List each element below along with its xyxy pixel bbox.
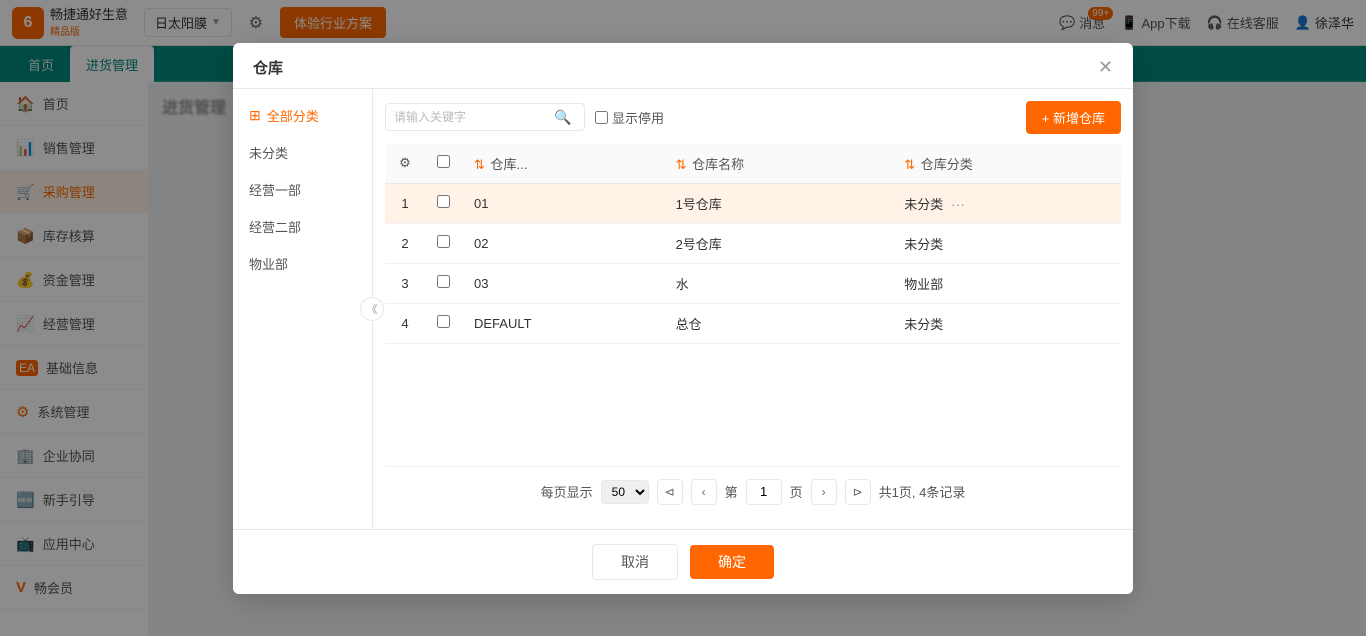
table-row[interactable]: 2 02 2号仓库 未分类 <box>385 223 1121 263</box>
first-page-button[interactable]: ⊲ <box>657 479 683 505</box>
row-name: 总仓 <box>664 303 893 343</box>
confirm-button[interactable]: 确定 <box>690 545 774 579</box>
pagination: 每页显示 50 ⊲ ‹ 第 页 › ⊳ 共1页, 4条记录 <box>385 466 1121 517</box>
last-page-button[interactable]: ⊳ <box>845 479 871 505</box>
modal-footer: 取消 确定 <box>233 529 1133 594</box>
cat-label-uncategorized: 未分类 <box>249 143 288 162</box>
row-category: 物业部 <box>892 263 1121 303</box>
search-icon[interactable]: 🔍 <box>554 109 571 126</box>
warehouse-modal: 仓库 ✕ ⊞ 全部分类 未分类 经营一部 经营二部 <box>233 43 1133 594</box>
modal-overlay: 仓库 ✕ ⊞ 全部分类 未分类 经营一部 经营二部 <box>0 0 1366 636</box>
per-page-label: 每页显示 <box>541 482 593 501</box>
cat-collapse-button[interactable]: 《 <box>360 297 384 321</box>
search-box: 🔍 <box>385 103 585 131</box>
row-category: 未分类 ··· <box>892 183 1121 223</box>
cat-label-property: 物业部 <box>249 254 288 273</box>
row-checkbox-cell <box>425 223 462 263</box>
table-area: 🔍 显示停用 + 新增仓库 ⚙ <box>373 89 1133 529</box>
cat-label-dept2: 经营二部 <box>249 217 301 236</box>
row-code: 03 <box>462 263 664 303</box>
row-checkbox-cell <box>425 263 462 303</box>
settings-col-icon: ⚙ <box>399 155 411 170</box>
row-checkbox[interactable] <box>437 275 450 288</box>
table-row[interactable]: 3 03 水 物业部 <box>385 263 1121 303</box>
table-body: 1 01 1号仓库 未分类 ··· 2 02 <box>385 183 1121 343</box>
modal-body: ⊞ 全部分类 未分类 经营一部 经营二部 物业部 《 <box>233 89 1133 529</box>
show-disabled-label: 显示停用 <box>595 108 664 127</box>
row-checkbox[interactable] <box>437 195 450 208</box>
select-all-checkbox[interactable] <box>437 155 450 168</box>
per-page-select[interactable]: 50 <box>601 480 649 504</box>
search-input[interactable] <box>394 104 554 130</box>
cat-item-dept2[interactable]: 经营二部 <box>233 208 372 245</box>
cat-item-uncategorized[interactable]: 未分类 <box>233 134 372 171</box>
row-category: 未分类 <box>892 303 1121 343</box>
col-settings: ⚙ <box>385 144 425 184</box>
row-checkbox-cell <box>425 183 462 223</box>
col-name: ⇅ 仓库名称 <box>664 144 893 184</box>
modal-title: 仓库 <box>253 57 283 78</box>
add-warehouse-button[interactable]: + 新增仓库 <box>1026 101 1121 134</box>
row-category: 未分类 <box>892 223 1121 263</box>
show-disabled-checkbox[interactable] <box>595 111 608 124</box>
sort-icon-code: ⇅ <box>474 157 485 172</box>
cancel-button[interactable]: 取消 <box>592 544 678 580</box>
table-row[interactable]: 4 DEFAULT 总仓 未分类 <box>385 303 1121 343</box>
row-code: 01 <box>462 183 664 223</box>
row-checkbox-cell <box>425 303 462 343</box>
sort-icon-category: ⇅ <box>904 157 915 172</box>
prev-page-button[interactable]: ‹ <box>691 479 717 505</box>
col-code: ⇅ 仓库... <box>462 144 664 184</box>
modal-close-button[interactable]: ✕ <box>1098 57 1113 78</box>
page-number-input[interactable] <box>746 479 782 505</box>
row-num: 3 <box>385 263 425 303</box>
modal-header: 仓库 ✕ <box>233 43 1133 89</box>
grid-icon: ⊞ <box>249 107 261 124</box>
cat-item-all[interactable]: ⊞ 全部分类 <box>233 97 372 134</box>
warehouse-table: ⚙ ⇅ 仓库... ⇅ 仓库名称 <box>385 144 1121 344</box>
row-name: 1号仓库 <box>664 183 893 223</box>
total-records: 共1页, 4条记录 <box>879 482 966 501</box>
table-toolbar: 🔍 显示停用 + 新增仓库 <box>385 101 1121 134</box>
row-num: 1 <box>385 183 425 223</box>
row-name: 2号仓库 <box>664 223 893 263</box>
page-label-pre: 第 <box>725 482 738 501</box>
cat-label-all: 全部分类 <box>267 106 319 125</box>
page-label: 页 <box>790 482 803 501</box>
row-code: 02 <box>462 223 664 263</box>
row-name: 水 <box>664 263 893 303</box>
row-code: DEFAULT <box>462 303 664 343</box>
show-disabled-text: 显示停用 <box>612 108 664 127</box>
cat-item-dept1[interactable]: 经营一部 <box>233 171 372 208</box>
sort-icon-name: ⇅ <box>676 157 687 172</box>
cat-item-property[interactable]: 物业部 <box>233 245 372 282</box>
row-checkbox[interactable] <box>437 315 450 328</box>
cat-label-dept1: 经营一部 <box>249 180 301 199</box>
next-page-button[interactable]: › <box>811 479 837 505</box>
table-header: ⚙ ⇅ 仓库... ⇅ 仓库名称 <box>385 144 1121 184</box>
table-row[interactable]: 1 01 1号仓库 未分类 ··· <box>385 183 1121 223</box>
row-checkbox[interactable] <box>437 235 450 248</box>
row-num: 4 <box>385 303 425 343</box>
col-category: ⇅ 仓库分类 <box>892 144 1121 184</box>
category-sidebar: ⊞ 全部分类 未分类 经营一部 经营二部 物业部 《 <box>233 89 373 529</box>
col-checkbox <box>425 144 462 184</box>
row-action-btn[interactable]: ··· <box>947 194 969 214</box>
row-num: 2 <box>385 223 425 263</box>
